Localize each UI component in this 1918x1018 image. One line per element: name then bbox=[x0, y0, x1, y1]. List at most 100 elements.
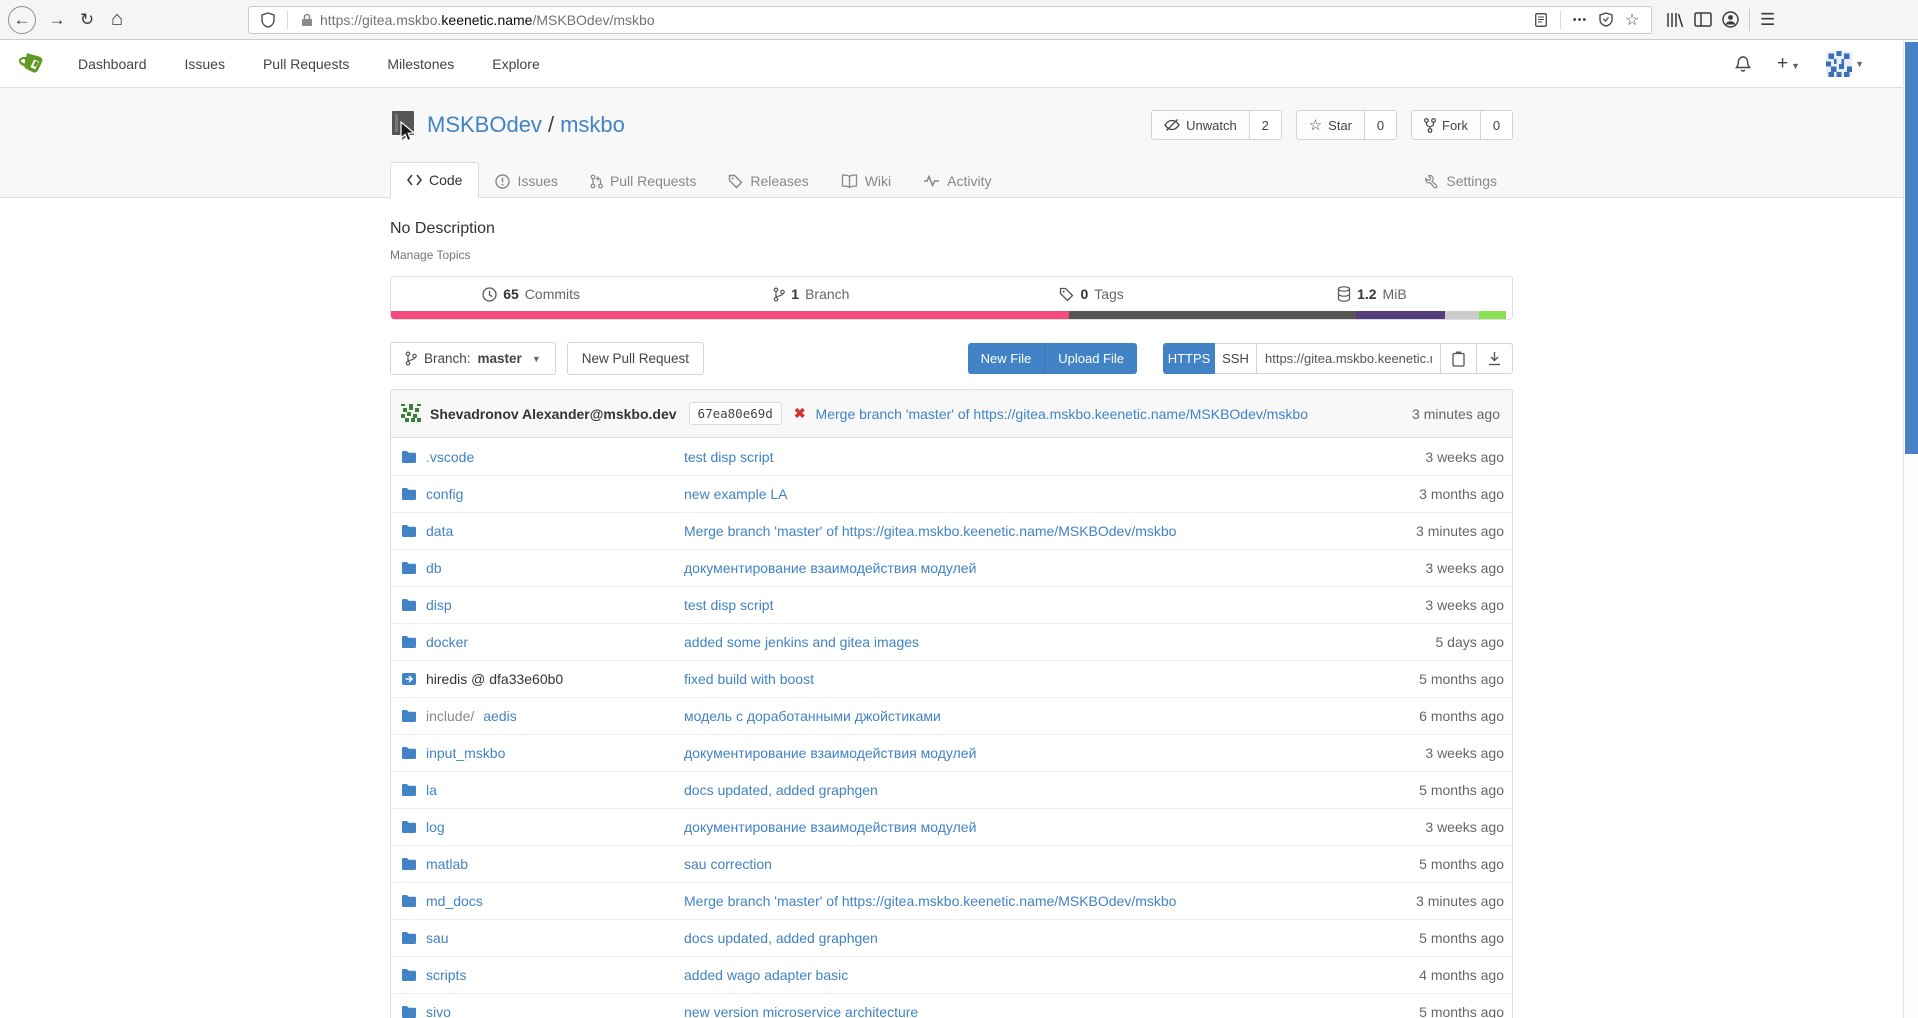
back-icon[interactable]: ← bbox=[8, 5, 36, 34]
language-segment bbox=[1069, 311, 1357, 319]
settings-wrench-icon bbox=[1425, 174, 1439, 189]
manage-topics-link[interactable]: Manage Topics bbox=[390, 248, 1513, 262]
tab-releases[interactable]: Releases bbox=[712, 164, 824, 198]
user-avatar[interactable]: ▼ bbox=[1826, 50, 1864, 77]
repo-name-link[interactable]: mskbo bbox=[560, 112, 625, 138]
tab-activity[interactable]: Activity bbox=[907, 164, 1007, 198]
commit-message-link[interactable]: fixed build with boost bbox=[684, 671, 814, 687]
menu-hamburger-icon[interactable]: ☰ bbox=[1760, 10, 1775, 30]
file-updated-time: 5 months ago bbox=[1419, 1004, 1504, 1018]
commit-message-link[interactable]: docs updated, added graphgen bbox=[684, 782, 878, 798]
file-updated-time: 3 months ago bbox=[1419, 486, 1504, 502]
new-file-button[interactable]: New File bbox=[967, 343, 1046, 374]
page-scrollbar[interactable] bbox=[1903, 41, 1918, 1018]
tracking-shield-icon[interactable] bbox=[255, 7, 281, 33]
unwatch-button[interactable]: Unwatch 2 bbox=[1151, 110, 1282, 140]
commit-message-link[interactable]: new example LA bbox=[684, 486, 788, 502]
commit-message-link[interactable]: new version microservice architecture bbox=[684, 1004, 918, 1018]
file-name-link[interactable]: data bbox=[426, 523, 453, 539]
branches-stat[interactable]: 1 Branch bbox=[671, 277, 951, 311]
star-button[interactable]: ☆ Star 0 bbox=[1295, 110, 1397, 140]
fork-button[interactable]: Fork 0 bbox=[1411, 110, 1513, 140]
reload-icon[interactable]: ↻ bbox=[72, 5, 102, 35]
commit-message-link[interactable]: Merge branch 'master' of https://gitea.m… bbox=[684, 893, 1176, 909]
commit-message-link[interactable]: test disp script bbox=[684, 449, 773, 465]
file-name-link[interactable]: log bbox=[426, 819, 445, 835]
url-bar[interactable]: https://gitea.mskbo.keenetic.name/MSKBOd… bbox=[248, 5, 1652, 34]
new-pull-request-button[interactable]: New Pull Request bbox=[566, 342, 705, 375]
file-name-link[interactable]: matlab bbox=[426, 856, 468, 872]
commit-message-link[interactable]: документирование взаимодействия модулей bbox=[684, 560, 976, 576]
forward-icon[interactable]: → bbox=[42, 5, 72, 35]
file-name-link[interactable]: input_mskbo bbox=[426, 745, 505, 761]
library-icon[interactable] bbox=[1666, 12, 1684, 28]
commit-message-link[interactable]: Merge branch 'master' of https://gitea.m… bbox=[684, 523, 1176, 539]
bookmark-star-icon[interactable]: ☆ bbox=[1619, 7, 1645, 33]
clone-url-input[interactable] bbox=[1257, 343, 1441, 374]
create-new-button[interactable]: + ▼ bbox=[1777, 53, 1800, 75]
download-icon bbox=[1489, 352, 1500, 366]
url-text[interactable]: https://gitea.mskbo.keenetic.name/MSKBOd… bbox=[320, 12, 1528, 28]
language-bar bbox=[391, 311, 1512, 319]
commit-sha-link[interactable]: 67ea80e69d bbox=[688, 402, 782, 425]
file-name-link[interactable]: .vscode bbox=[426, 449, 474, 465]
tab-code[interactable]: Code bbox=[390, 162, 480, 198]
commit-message-link[interactable]: test disp script bbox=[684, 597, 773, 613]
tab-settings[interactable]: Settings bbox=[1409, 164, 1513, 198]
tags-stat[interactable]: 0 Tags bbox=[952, 277, 1232, 311]
lock-icon bbox=[294, 7, 320, 33]
commit-message-link[interactable]: added some jenkins and gitea images bbox=[684, 634, 919, 650]
commits-stat[interactable]: 65 Commits bbox=[391, 277, 671, 311]
size-stat: 1.2 MiB bbox=[1232, 277, 1512, 311]
file-name-link[interactable]: config bbox=[426, 486, 463, 502]
commit-message-link[interactable]: added wago adapter basic bbox=[684, 967, 848, 983]
file-name-link[interactable]: disp bbox=[426, 597, 452, 613]
file-name-link[interactable]: db bbox=[426, 560, 442, 576]
commit-message-link[interactable]: документирование взаимодействия модулей bbox=[684, 745, 976, 761]
commit-message-link[interactable]: sau correction bbox=[684, 856, 772, 872]
nav-item-pull-requests[interactable]: Pull Requests bbox=[263, 56, 349, 72]
folder-icon bbox=[402, 488, 416, 500]
commit-status-failed-icon[interactable]: ✖ bbox=[794, 405, 806, 422]
tab-issues[interactable]: Issues bbox=[479, 164, 573, 198]
commit-message-link[interactable]: docs updated, added graphgen bbox=[684, 930, 878, 946]
repo-title-separator: / bbox=[547, 112, 555, 137]
branch-selector[interactable]: Branch: master ▼ bbox=[390, 342, 556, 375]
repo-owner-link[interactable]: MSKBOdev bbox=[427, 112, 542, 138]
reader-mode-icon[interactable] bbox=[1528, 7, 1554, 33]
nav-item-issues[interactable]: Issues bbox=[185, 56, 225, 72]
file-name-link[interactable]: sau bbox=[426, 930, 449, 946]
ssh-toggle-button[interactable]: SSH bbox=[1215, 343, 1257, 374]
file-name-link[interactable]: md_docs bbox=[426, 893, 483, 909]
file-name-link[interactable]: docker bbox=[426, 634, 468, 650]
https-toggle-button[interactable]: HTTPS bbox=[1163, 343, 1215, 374]
gitea-logo[interactable] bbox=[18, 49, 48, 79]
account-icon[interactable] bbox=[1722, 11, 1739, 28]
repo-tab-bar: Code Issues Pull Requests Releases Wiki bbox=[0, 162, 1918, 198]
nav-item-dashboard[interactable]: Dashboard bbox=[78, 56, 147, 72]
notifications-bell-icon[interactable] bbox=[1735, 55, 1751, 73]
commit-author-avatar bbox=[401, 403, 421, 424]
nav-item-milestones[interactable]: Milestones bbox=[387, 56, 454, 72]
commit-message-link[interactable]: документирование взаимодействия модулей bbox=[684, 819, 976, 835]
download-button[interactable] bbox=[1477, 343, 1513, 374]
table-row: log документирование взаимодействия моду… bbox=[391, 808, 1512, 845]
nav-item-explore[interactable]: Explore bbox=[492, 56, 539, 72]
page-actions-icon[interactable]: ••• bbox=[1567, 7, 1593, 33]
commit-message-link[interactable]: модель с доработанными джойстиками bbox=[684, 708, 941, 724]
file-updated-time: 3 weeks ago bbox=[1425, 597, 1504, 613]
tab-wiki[interactable]: Wiki bbox=[825, 164, 907, 198]
sidebar-icon[interactable] bbox=[1694, 12, 1712, 27]
tab-pull-requests[interactable]: Pull Requests bbox=[574, 164, 712, 198]
file-name-link: hiredis @ dfa33e60b0 bbox=[426, 671, 564, 687]
file-name-link[interactable]: sivo bbox=[426, 1004, 451, 1018]
copy-url-button[interactable] bbox=[1441, 343, 1477, 374]
scrollbar-thumb[interactable] bbox=[1905, 42, 1918, 454]
upload-file-button[interactable]: Upload File bbox=[1045, 343, 1137, 374]
file-name-link[interactable]: scripts bbox=[426, 967, 466, 983]
latest-commit-message-link[interactable]: Merge branch 'master' of https://gitea.m… bbox=[816, 406, 1308, 422]
protections-shield-icon[interactable] bbox=[1593, 7, 1619, 33]
file-name-link[interactable]: aedis bbox=[483, 708, 516, 724]
file-name-link[interactable]: la bbox=[426, 782, 437, 798]
home-icon[interactable]: ⌂ bbox=[102, 5, 132, 35]
